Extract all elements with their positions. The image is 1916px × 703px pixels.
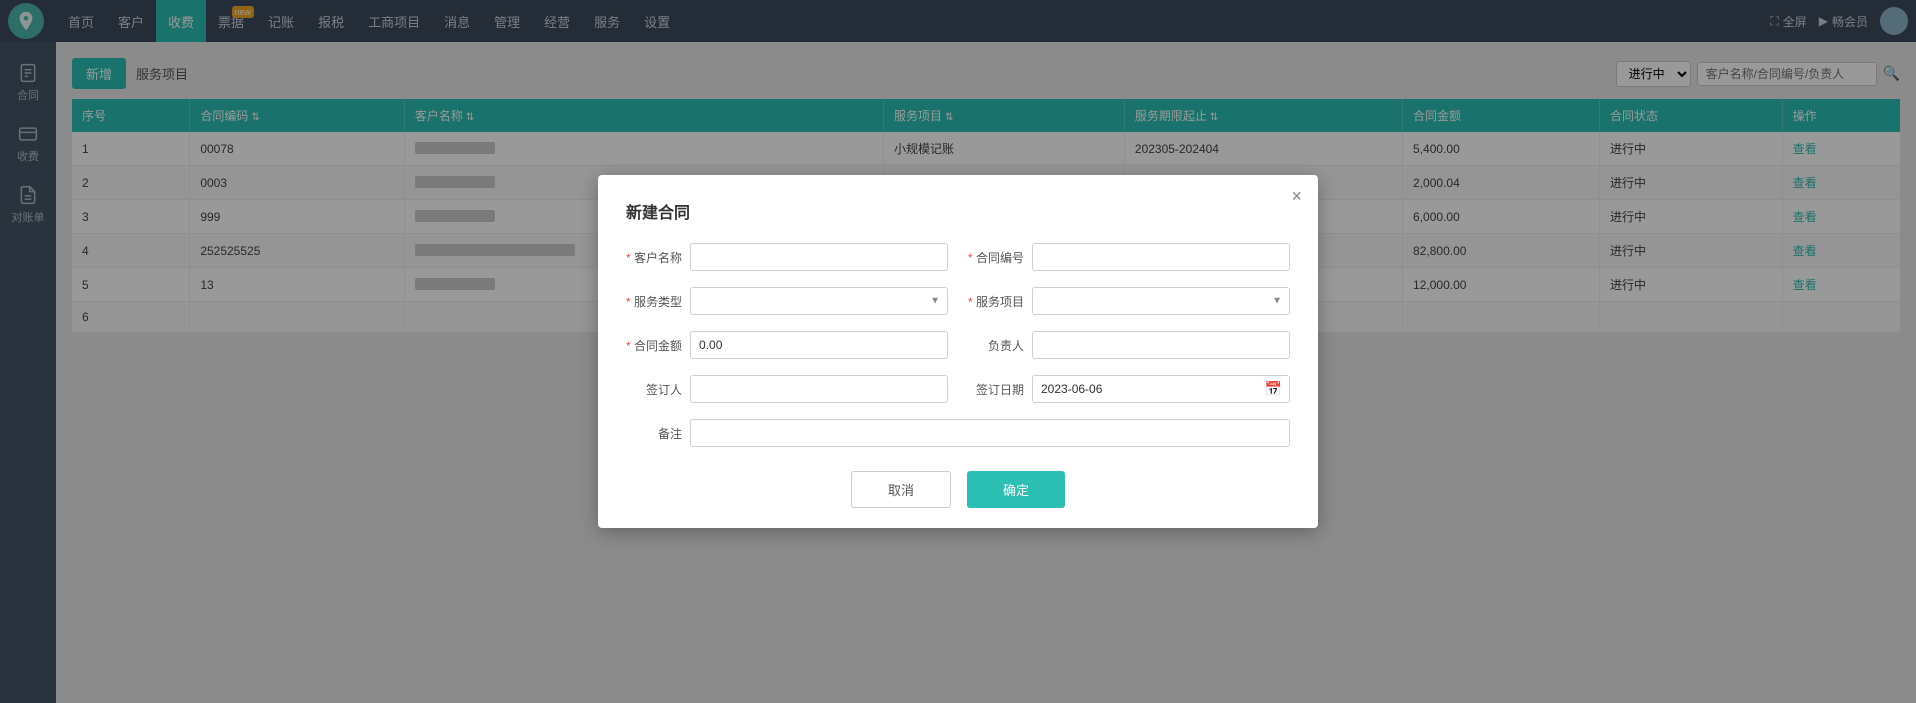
modal-footer: 取消 确定	[626, 471, 1290, 508]
modal-title: 新建合同	[626, 199, 1290, 223]
create-contract-modal: × 新建合同 客户名称 合同编号 服务类型	[598, 175, 1318, 528]
service-item-label: 服务项目	[968, 293, 1024, 310]
form-row-1: 客户名称 合同编号	[626, 243, 1290, 271]
form-group-remark: 备注	[626, 419, 1290, 447]
form-group-customer: 客户名称	[626, 243, 948, 271]
service-type-select[interactable]	[690, 287, 948, 315]
modal-close-button[interactable]: ×	[1291, 187, 1302, 205]
contract-no-input[interactable]	[1032, 243, 1290, 271]
signer-label: 签订人	[626, 381, 682, 398]
cancel-button[interactable]: 取消	[851, 471, 951, 508]
service-item-select-wrapper	[1032, 287, 1290, 315]
form-group-amount: 合同金额	[626, 331, 948, 359]
contract-amount-input[interactable]	[690, 331, 948, 359]
signer-input[interactable]	[690, 375, 948, 403]
remark-label: 备注	[626, 425, 682, 442]
confirm-button[interactable]: 确定	[967, 471, 1065, 508]
form-group-person-in-charge: 负责人	[968, 331, 1290, 359]
remark-input[interactable]	[690, 419, 1290, 447]
form-row-5: 备注	[626, 419, 1290, 447]
sign-date-label: 签订日期	[968, 381, 1024, 398]
form-row-4: 签订人 签订日期 📅	[626, 375, 1290, 403]
form-row-3: 合同金额 负责人	[626, 331, 1290, 359]
contract-no-label: 合同编号	[968, 249, 1024, 266]
sign-date-wrapper: 📅	[1032, 375, 1290, 403]
person-in-charge-input[interactable]	[1032, 331, 1290, 359]
service-type-label: 服务类型	[626, 293, 682, 310]
form-group-service-type: 服务类型	[626, 287, 948, 315]
modal-overlay[interactable]: × 新建合同 客户名称 合同编号 服务类型	[0, 0, 1916, 703]
person-in-charge-label: 负责人	[968, 337, 1024, 354]
form-group-service-item: 服务项目	[968, 287, 1290, 315]
calendar-icon[interactable]: 📅	[1265, 381, 1282, 398]
sign-date-input[interactable]	[1032, 375, 1290, 403]
form-group-sign-date: 签订日期 📅	[968, 375, 1290, 403]
contract-amount-label: 合同金额	[626, 337, 682, 354]
customer-name-label: 客户名称	[626, 249, 682, 266]
customer-name-input[interactable]	[690, 243, 948, 271]
service-type-select-wrapper	[690, 287, 948, 315]
service-item-select[interactable]	[1032, 287, 1290, 315]
form-row-2: 服务类型 服务项目	[626, 287, 1290, 315]
form-group-contract-no: 合同编号	[968, 243, 1290, 271]
form-group-signer: 签订人	[626, 375, 948, 403]
